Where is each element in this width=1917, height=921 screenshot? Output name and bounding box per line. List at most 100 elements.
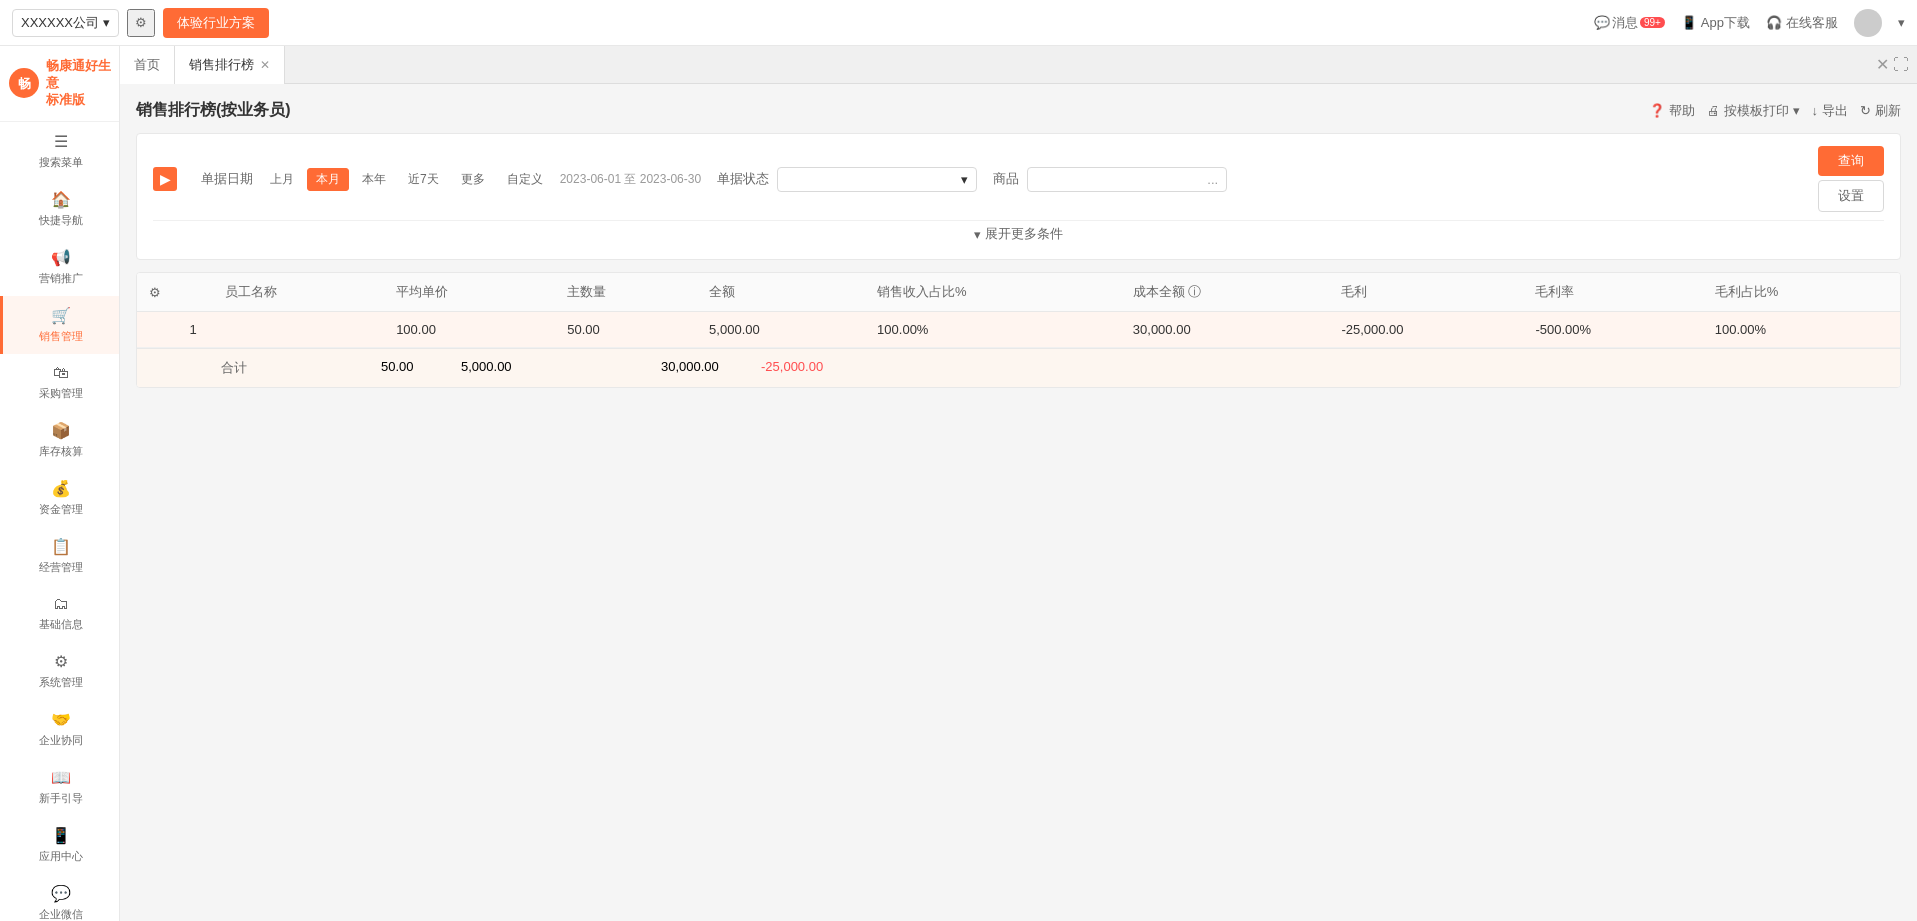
tab-home[interactable]: 首页: [120, 46, 175, 84]
help-button[interactable]: ❓ 帮助: [1649, 102, 1695, 120]
guide-icon: 📖: [51, 768, 71, 787]
date-btn-this-month[interactable]: 本月: [307, 168, 349, 191]
row-gross-rate: -500.00%: [1523, 312, 1702, 348]
goods-input[interactable]: ...: [1027, 167, 1227, 192]
row-gross-ratio: 100.00%: [1703, 312, 1900, 348]
status-filter: 单据状态 ▾: [717, 167, 977, 192]
sidebar-item-collab[interactable]: 🤝 企业协同: [0, 700, 119, 758]
export-button[interactable]: ↓ 导出: [1812, 102, 1849, 120]
sales-icon: 🛒: [51, 306, 71, 325]
date-btn-7days[interactable]: 近7天: [399, 168, 448, 191]
settings-icon-btn[interactable]: ⚙: [127, 9, 155, 37]
footer-cost: 30,000.00: [661, 359, 761, 377]
tab-close-icon[interactable]: ✕: [260, 58, 270, 72]
print-button[interactable]: 🖨 按模板打印 ▾: [1707, 102, 1800, 120]
tab-fullscreen-button[interactable]: ⛶: [1893, 55, 1909, 74]
print-dropdown-icon: ▾: [1793, 103, 1800, 118]
expand-arrow[interactable]: ▶: [153, 167, 177, 191]
filter-settings-button[interactable]: 设置: [1818, 180, 1884, 212]
date-range: 2023-06-01 至 2023-06-30: [560, 171, 701, 188]
col-rank: [173, 273, 213, 312]
message-icon: 💬: [1594, 15, 1610, 30]
sidebar-item-apps[interactable]: 📱 应用中心: [0, 816, 119, 874]
logo-text: 畅康通好生意 标准版: [46, 58, 111, 109]
tab-sales-rank[interactable]: 销售排行榜 ✕: [175, 46, 285, 84]
content-area: 首页 销售排行榜 ✕ ✕ ⛶ 销售排行榜(按业务员) ❓ 帮助: [120, 46, 1917, 921]
inventory-icon: 📦: [51, 421, 71, 440]
date-btn-more[interactable]: 更多: [452, 168, 494, 191]
top-right-area: 💬 消息 99+ 📱 App下载 🎧 在线客服 ▾: [1594, 9, 1905, 37]
sidebar-item-marketing[interactable]: 📢 营销推广: [0, 238, 119, 296]
col-avg-price: 平均单价: [384, 273, 555, 312]
col-settings[interactable]: ⚙: [137, 273, 173, 312]
help-icon: ❓: [1649, 103, 1665, 118]
finance-icon: 💰: [51, 479, 71, 498]
sidebar-item-sales[interactable]: 🛒 销售管理: [0, 296, 119, 354]
table-row: 1 100.00 50.00 5,000.00 100.00% 30,000.0…: [137, 312, 1900, 348]
status-label: 单据状态: [717, 170, 769, 188]
sidebar-item-purchase[interactable]: 🛍 采购管理: [0, 354, 119, 411]
user-name[interactable]: ▾: [1898, 15, 1905, 30]
refresh-icon: ↻: [1860, 103, 1871, 118]
date-btn-last-month[interactable]: 上月: [261, 168, 303, 191]
export-icon: ↓: [1812, 103, 1819, 118]
print-icon: 🖨: [1707, 103, 1720, 118]
footer-label: 合计: [221, 359, 301, 377]
footer-amount: 5,000.00: [461, 359, 561, 377]
operation-icon: 📋: [51, 537, 71, 556]
expand-more-btn[interactable]: ▾ 展开更多条件: [153, 220, 1884, 247]
sidebar-item-search-order[interactable]: ☰ 搜索菜单: [0, 122, 119, 180]
main-layout: 畅 畅康通好生意 标准版 ☰ 搜索菜单 🏠 快捷导航 📢 营销推广 🛒 销售管理…: [0, 46, 1917, 921]
filter-actions: 查询 设置: [1818, 146, 1884, 212]
online-service-button[interactable]: 🎧 在线客服: [1766, 14, 1838, 32]
tab-bar: 首页 销售排行榜 ✕ ✕ ⛶: [120, 46, 1917, 84]
filter-row: ▶ 单据日期 上月 本月 本年 近7天 更多 自定义 2023-06-01 至 …: [153, 146, 1884, 212]
sidebar-item-system[interactable]: ⚙ 系统管理: [0, 642, 119, 700]
row-rank: 1: [173, 312, 213, 348]
date-btn-custom[interactable]: 自定义: [498, 168, 552, 191]
svg-text:畅: 畅: [18, 76, 31, 91]
footer-main-qty: 50.00: [381, 359, 461, 377]
date-filter: 单据日期 上月 本月 本年 近7天 更多 自定义 2023-06-01 至 20…: [201, 168, 701, 191]
avatar[interactable]: [1854, 9, 1882, 37]
date-btn-this-year[interactable]: 本年: [353, 168, 395, 191]
app-label: App下载: [1701, 14, 1750, 32]
status-select[interactable]: ▾: [777, 167, 977, 192]
page-actions: ❓ 帮助 🖨 按模板打印 ▾ ↓ 导出 ↻ 刷新: [1649, 102, 1902, 120]
message-badge: 99+: [1640, 17, 1665, 28]
goods-label: 商品: [993, 170, 1019, 188]
chevron-down-icon: ▾: [103, 15, 110, 30]
footer-avg-price-spacer: [301, 359, 381, 377]
home-icon: 🏠: [51, 190, 71, 209]
search-order-icon: ☰: [54, 132, 68, 151]
page-title: 销售排行榜(按业务员): [136, 100, 291, 121]
col-name: 员工名称: [213, 273, 384, 312]
app-download-button[interactable]: 📱 App下载: [1681, 14, 1750, 32]
sidebar-item-base-info[interactable]: 🗂 基础信息: [0, 585, 119, 642]
message-button[interactable]: 💬 消息 99+: [1594, 14, 1665, 32]
row-main-qty: 50.00: [555, 312, 697, 348]
refresh-button[interactable]: ↻ 刷新: [1860, 102, 1901, 120]
expand-more-icon: ▾: [974, 227, 981, 242]
company-select[interactable]: XXXXXX公司 ▾: [12, 9, 119, 37]
row-avg-price: 100.00: [384, 312, 555, 348]
row-cost: 30,000.00: [1121, 312, 1330, 348]
page-content: 销售排行榜(按业务员) ❓ 帮助 🖨 按模板打印 ▾ ↓ 导出: [120, 84, 1917, 921]
trial-button[interactable]: 体验行业方案: [163, 8, 269, 38]
sidebar-item-operation[interactable]: 📋 经营管理: [0, 527, 119, 585]
sidebar-item-finance[interactable]: 💰 资金管理: [0, 469, 119, 527]
sidebar-item-quick-nav[interactable]: 🏠 快捷导航: [0, 180, 119, 238]
sidebar: 畅 畅康通好生意 标准版 ☰ 搜索菜单 🏠 快捷导航 📢 营销推广 🛒 销售管理…: [0, 46, 120, 921]
sidebar-item-inventory[interactable]: 📦 库存核算: [0, 411, 119, 469]
query-button[interactable]: 查询: [1818, 146, 1884, 176]
collab-icon: 🤝: [51, 710, 71, 729]
col-amount: 全额: [697, 273, 865, 312]
sidebar-item-guide[interactable]: 📖 新手引导: [0, 758, 119, 816]
row-gross: -25,000.00: [1329, 312, 1523, 348]
sidebar-item-wechat[interactable]: 💬 企业微信: [0, 874, 119, 921]
tab-close-button[interactable]: ✕: [1876, 55, 1889, 74]
table-header-row: ⚙ 员工名称 平均单价 主数量 全额 销售收入占比% 成本全额 ⓘ 毛利 毛利率…: [137, 273, 1900, 312]
data-table: ⚙ 员工名称 平均单价 主数量 全额 销售收入占比% 成本全额 ⓘ 毛利 毛利率…: [137, 273, 1900, 348]
row-name: [213, 312, 384, 348]
service-icon: 🎧: [1766, 15, 1782, 30]
